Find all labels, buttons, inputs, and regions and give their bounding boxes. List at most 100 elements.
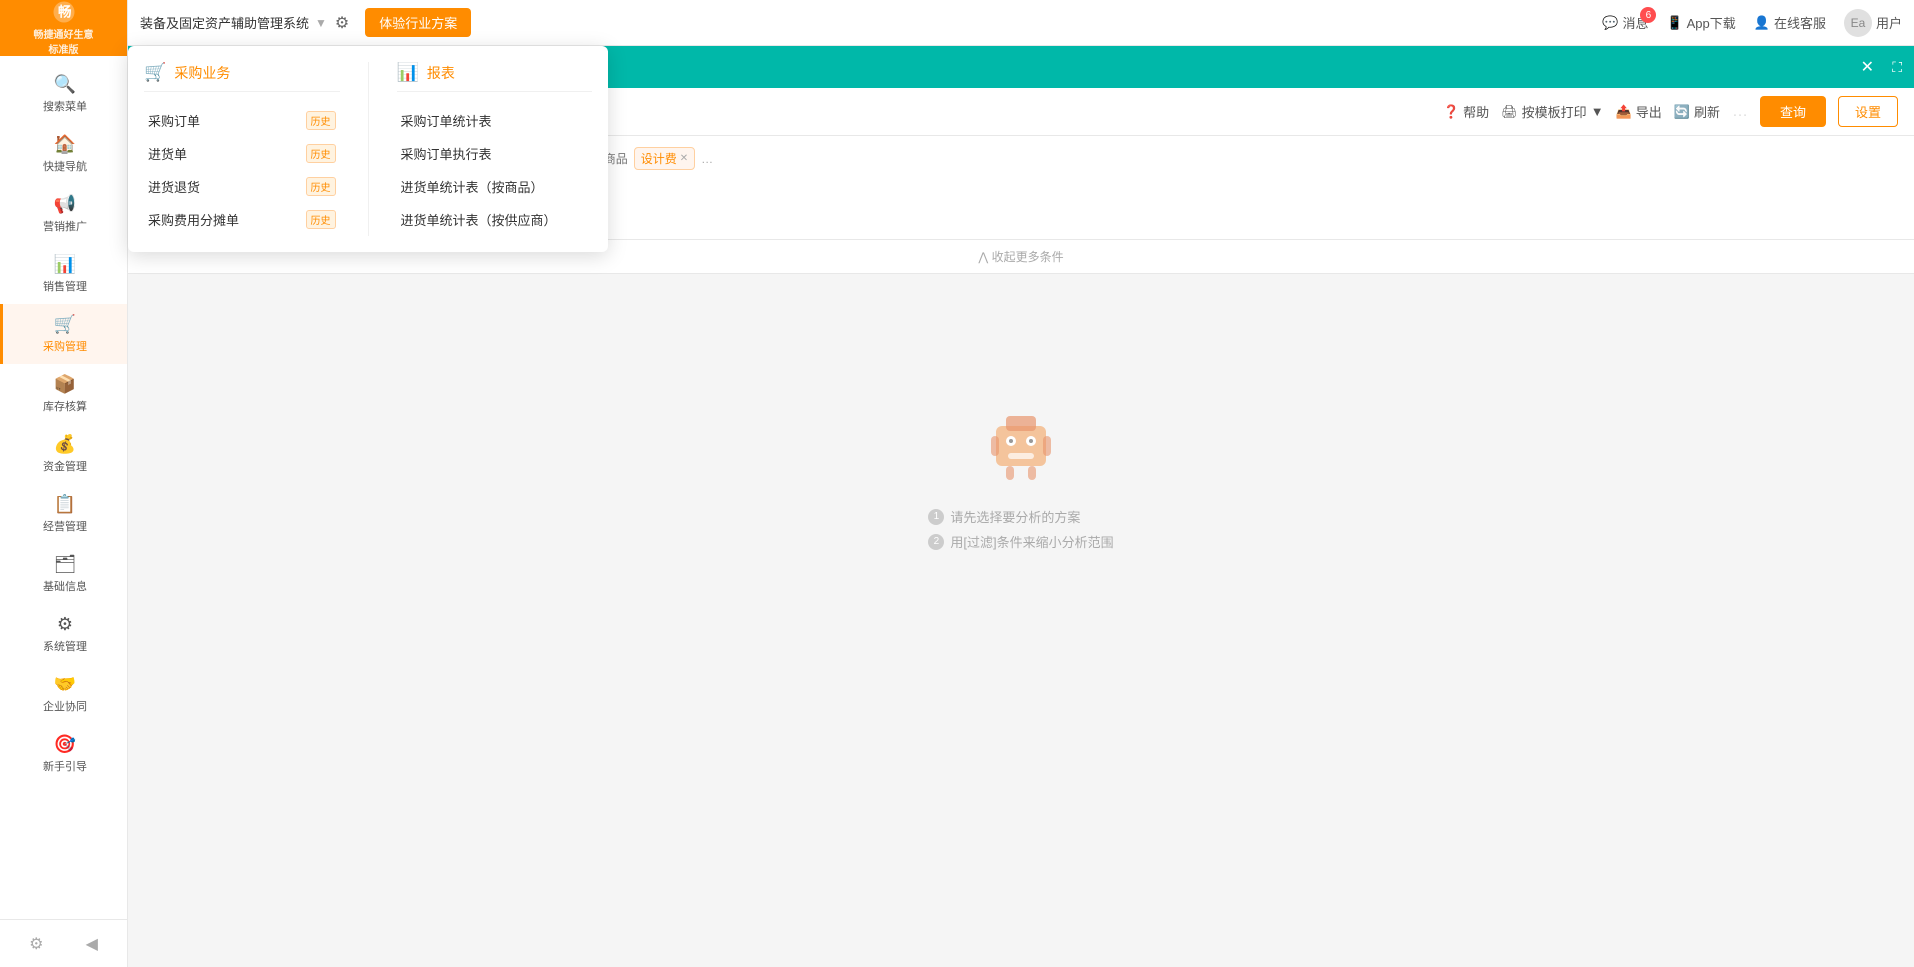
refresh-btn[interactable]: 🔄 刷新 — [1674, 102, 1720, 121]
dropdown-item-inbound-stats-product[interactable]: 进货单统计表（按商品） — [397, 170, 593, 203]
topbar: 装备及固定资产辅助管理系统 ▼ ⚙ 体验行业方案 💬 消息 6 📱 App下载 … — [128, 0, 1914, 46]
sidebar-item-finance[interactable]: 💰 资金管理 — [0, 424, 127, 484]
sidebar-item-basic-info[interactable]: 🗂 基础信息 — [0, 544, 127, 604]
system-title-dropdown[interactable]: 装备及固定资产辅助管理系统 ▼ — [140, 13, 327, 32]
order-stats-label: 采购订单统计表 — [401, 111, 492, 130]
inventory-icon: 📦 — [54, 374, 76, 395]
sales-icon: 📊 — [54, 254, 76, 275]
inbound-stats-product-label: 进货单统计表（按商品） — [401, 177, 544, 196]
sidebar-item-sales[interactable]: 📊 销售管理 — [0, 244, 127, 304]
sidebar-item-guide[interactable]: 🎯 新手引导 — [0, 724, 127, 784]
product-tag-close-icon[interactable]: ✕ — [680, 153, 688, 164]
collapse-up-icon: ⋀ — [978, 250, 988, 264]
operation-icon: 📋 — [54, 494, 76, 515]
sidebar-menu: 🔍 搜索菜单 🏠 快捷导航 📢 营销推广 📊 销售管理 🛒 采购管理 📦 库存核… — [0, 56, 127, 919]
app-download-btn[interactable]: 📱 App下载 — [1666, 13, 1735, 32]
logo-icon: 畅 — [48, 0, 80, 24]
sidebar-item-search[interactable]: 🔍 搜索菜单 — [0, 64, 127, 124]
export-btn[interactable]: 📤 导出 — [1616, 102, 1662, 121]
dropdown-item-order-stats[interactable]: 采购订单统计表 — [397, 104, 593, 137]
empty-tip-2: 2 用[过滤]条件来缩小分析范围 — [928, 532, 1113, 551]
user-btn[interactable]: Ea 用户 — [1844, 9, 1902, 37]
sidebar-label-purchase: 采购管理 — [43, 338, 87, 354]
tabbar-close-btn[interactable]: ✕ — [1861, 57, 1874, 77]
search-icon: 🔍 — [54, 74, 76, 95]
report-col-header: 📊 报表 — [397, 62, 593, 92]
sidebar-label-basic-info: 基础信息 — [43, 578, 87, 594]
export-label: 导出 — [1636, 102, 1662, 121]
sidebar-label-finance: 资金管理 — [43, 458, 87, 474]
sidebar-label-enterprise: 企业协同 — [43, 698, 87, 714]
return-label: 进货退货 — [148, 177, 200, 196]
setup-button[interactable]: 设置 — [1838, 96, 1898, 127]
sidebar-label-inventory: 库存核算 — [43, 398, 87, 414]
sidebar-item-system[interactable]: ⚙ 系统管理 — [0, 604, 127, 664]
purchase-icon: 🛒 — [54, 314, 76, 335]
app-download-label: App下载 — [1687, 13, 1736, 32]
expense-history-badge: 历史 — [306, 210, 336, 229]
empty-state: 1 请先选择要分析的方案 2 用[过滤]条件来缩小分析范围 — [128, 274, 1914, 674]
query-button[interactable]: 查询 — [1760, 96, 1826, 127]
logo-title: 畅捷通好生意 — [34, 26, 94, 41]
sidebar-logo: 畅 畅捷通好生意 标准版 — [0, 0, 127, 56]
user-label: 用户 — [1876, 13, 1902, 32]
dropdown-purchase-col: 🛒 采购业务 采购订单 历史 进货单 历史 进货退货 历史 采购费用分摊单 历史 — [144, 62, 340, 236]
purchase-dropdown-menu: 🛒 采购业务 采购订单 历史 进货单 历史 进货退货 历史 采购费用分摊单 历史… — [128, 46, 608, 252]
help-icon: ❓ — [1443, 104, 1459, 120]
product-tag[interactable]: 设计费 ✕ — [634, 147, 695, 170]
tip-num-2: 2 — [928, 534, 944, 550]
sidebar-item-operation[interactable]: 📋 经营管理 — [0, 484, 127, 544]
dropdown-report-col: 📊 报表 采购订单统计表 采购订单执行表 进货单统计表（按商品） 进货单统计表（… — [397, 62, 593, 236]
help-label: 帮助 — [1463, 102, 1489, 121]
purchase-order-history-badge: 历史 — [306, 111, 336, 130]
dropdown-item-return[interactable]: 进货退货 历史 — [144, 170, 340, 203]
sidebar-item-inventory[interactable]: 📦 库存核算 — [0, 364, 127, 424]
dropdown-item-inbound-stats-supplier[interactable]: 进货单统计表（按供应商） — [397, 203, 593, 236]
system-title-text: 装备及固定资产辅助管理系统 — [140, 13, 309, 32]
refresh-icon: 🔄 — [1674, 104, 1690, 120]
online-service-btn[interactable]: 👤 在线客服 — [1754, 13, 1826, 32]
product-tag-text: 设计费 — [641, 150, 677, 167]
sidebar-label-search: 搜索菜单 — [43, 98, 87, 114]
sidebar-label-system: 系统管理 — [43, 638, 87, 654]
topbar-gear-icon[interactable]: ⚙ — [335, 13, 349, 33]
print-icon: 🖨 — [1501, 104, 1518, 120]
empty-tips: 1 请先选择要分析的方案 2 用[过滤]条件来缩小分析范围 — [928, 507, 1113, 557]
dropdown-arrow-icon: ▼ — [315, 16, 327, 30]
purchase-col-header: 🛒 采购业务 — [144, 62, 340, 92]
message-btn[interactable]: 💬 消息 6 — [1602, 13, 1648, 32]
dropdown-divider — [368, 62, 369, 236]
inbound-label: 进货单 — [148, 144, 187, 163]
sidebar-collapse-btn[interactable]: ◀ — [86, 934, 98, 954]
tip-text-1: 请先选择要分析的方案 — [950, 507, 1080, 526]
sidebar-item-quick-nav[interactable]: 🏠 快捷导航 — [0, 124, 127, 184]
export-icon: 📤 — [1616, 104, 1632, 120]
dropdown-item-expense[interactable]: 采购费用分摊单 历史 — [144, 203, 340, 236]
tabbar-expand-btn[interactable]: ⛶ — [1892, 59, 1902, 76]
tip-text-2: 用[过滤]条件来缩小分析范围 — [950, 532, 1113, 551]
message-icon: 💬 — [1602, 15, 1618, 31]
sidebar: 畅 畅捷通好生意 标准版 🔍 搜索菜单 🏠 快捷导航 📢 营销推广 📊 销售管理… — [0, 0, 128, 967]
print-btn[interactable]: 🖨 按模板打印 ▼ — [1501, 102, 1603, 121]
tip-num-1: 1 — [928, 509, 944, 525]
collapse-label: 收起更多条件 — [992, 250, 1064, 264]
industry-btn[interactable]: 体验行业方案 — [365, 8, 471, 37]
sidebar-item-purchase[interactable]: 🛒 采购管理 — [0, 304, 127, 364]
basic-info-icon: 🗂 — [54, 554, 77, 575]
print-arrow-icon: ▼ — [1591, 104, 1604, 119]
dropdown-item-inbound[interactable]: 进货单 历史 — [144, 137, 340, 170]
online-service-label: 在线客服 — [1774, 13, 1826, 32]
dropdown-item-order-exec[interactable]: 采购订单执行表 — [397, 137, 593, 170]
message-badge: 6 — [1640, 7, 1656, 23]
system-icon: ⚙ — [57, 614, 73, 635]
guide-icon: 🎯 — [54, 734, 76, 755]
help-btn[interactable]: ❓ 帮助 — [1443, 102, 1489, 121]
product-more[interactable]: … — [701, 152, 713, 166]
print-label: 按模板打印 — [1522, 102, 1587, 121]
sidebar-item-marketing[interactable]: 📢 营销推广 — [0, 184, 127, 244]
report-col-title: 报表 — [427, 63, 455, 83]
sidebar-item-enterprise[interactable]: 🤝 企业协同 — [0, 664, 127, 724]
sidebar-settings-btn[interactable]: ⚙ — [29, 934, 43, 954]
dropdown-item-purchase-order[interactable]: 采购订单 历史 — [144, 104, 340, 137]
purchase-col-icon: 🛒 — [144, 62, 166, 83]
